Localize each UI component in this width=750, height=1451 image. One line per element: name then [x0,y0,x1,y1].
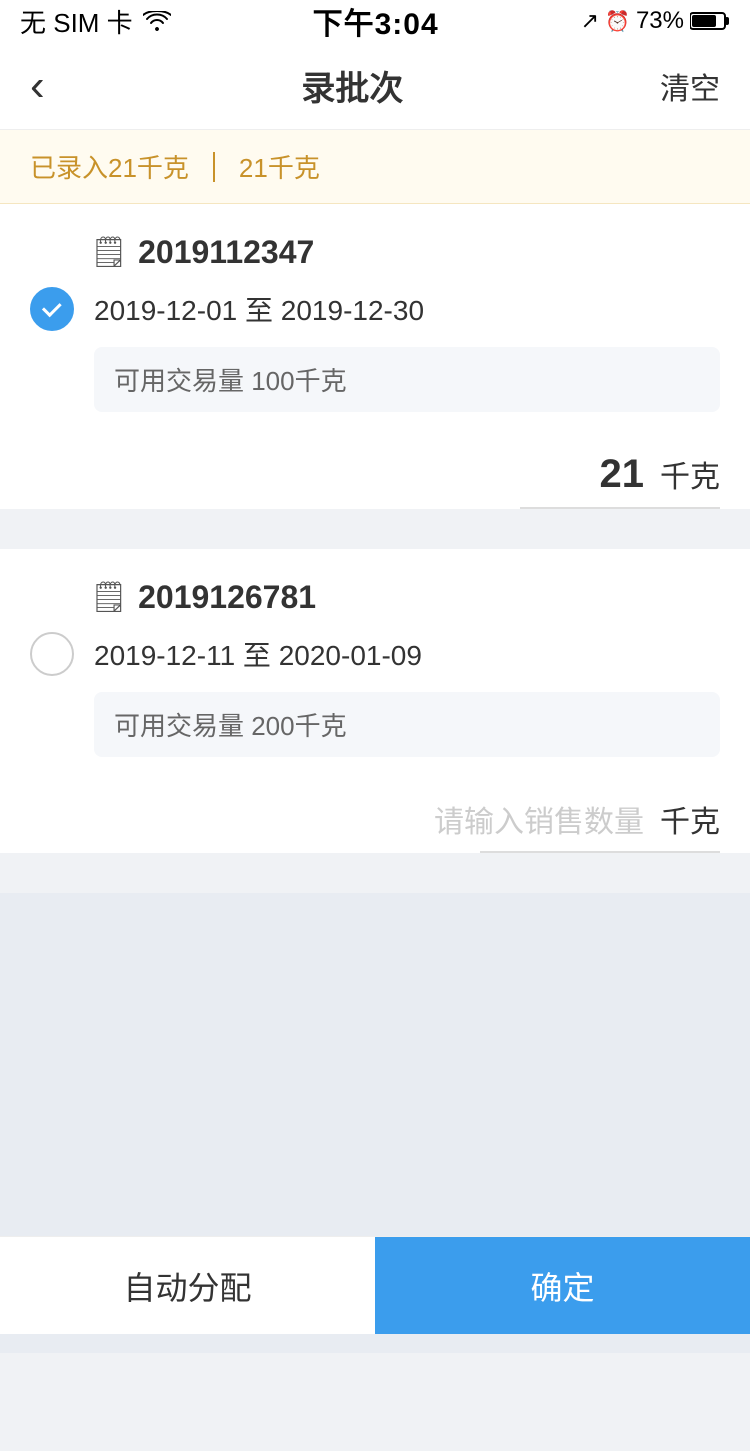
batch-1-underline [520,507,720,509]
nav-bar: ‹ 录批次 清空 [0,42,750,130]
batch-item-1: 🗒 2019112347 2019-12-01 至 2019-12-30 可用交… [0,204,750,432]
confirm-button[interactable]: 确定 [375,1237,750,1334]
batch-2-header: 🗒 2019126781 [90,579,720,616]
batch-1-date-row: 2019-12-01 至 2019-12-30 [30,287,720,331]
batch-1-amount-unit: 千克 [660,452,720,496]
batch-2-underline [480,851,720,853]
batch-2-date: 2019-12-11 至 2020-01-09 [94,634,422,674]
batch-card-1: 🗒 2019112347 2019-12-01 至 2019-12-30 可用交… [0,204,750,509]
battery-text: 73% [636,7,684,35]
batch-2-date-row: 2019-12-11 至 2020-01-09 [30,632,720,676]
batch-2-icon: 🗒 [90,580,128,615]
recorded-amount: 已录入21千克 [30,148,189,185]
batch-1-amount-row: 21 千克 [0,432,750,507]
batch-1-amount-value: 21 [600,452,645,497]
back-button[interactable]: ‹ [30,64,45,108]
no-sim-text: 无 SIM 卡 [20,3,133,40]
batch-card-2: 🗒 2019126781 2019-12-11 至 2020-01-09 可用交… [0,549,750,853]
batch-1-radio[interactable] [30,287,74,331]
batch-2-input-row: 请输入销售数量 千克 [0,777,750,851]
status-left: 无 SIM 卡 [20,3,171,40]
batch-1-date: 2019-12-01 至 2019-12-30 [94,289,424,329]
status-right: ↗ ⏰ 73% [581,7,730,35]
batch-1-avail: 可用交易量 100千克 [94,347,720,412]
batch-2-input-unit: 千克 [660,797,720,841]
batch-1-id: 2019112347 [138,234,314,271]
section-gap-1 [0,529,750,549]
alarm-icon: ⏰ [605,9,630,34]
clear-button[interactable]: 清空 [660,64,720,108]
info-banner: 已录入21千克 21千克 [0,130,750,204]
footer: 自动分配 确定 [0,1236,750,1334]
auto-distribute-button[interactable]: 自动分配 [0,1237,375,1334]
batch-1-icon: 🗒 [90,235,128,270]
location-icon: ↗ [581,8,599,34]
battery-icon [690,11,730,31]
wifi-icon [143,11,171,31]
batch-2-radio[interactable] [30,632,74,676]
status-time: 下午3:04 [313,0,439,43]
batch-2-input-placeholder: 请输入销售数量 [434,797,644,841]
page-title: 录批次 [301,61,403,110]
batch-item-2: 🗒 2019126781 2019-12-11 至 2020-01-09 可用交… [0,549,750,777]
status-bar: 无 SIM 卡 下午3:04 ↗ ⏰ 73% [0,0,750,42]
batch-1-header: 🗒 2019112347 [90,234,720,271]
section-gap-2 [0,873,750,893]
batch-2-avail: 可用交易量 200千克 [94,692,720,757]
batch-2-id: 2019126781 [138,579,316,616]
banner-divider [213,152,215,182]
total-amount: 21千克 [239,148,320,185]
